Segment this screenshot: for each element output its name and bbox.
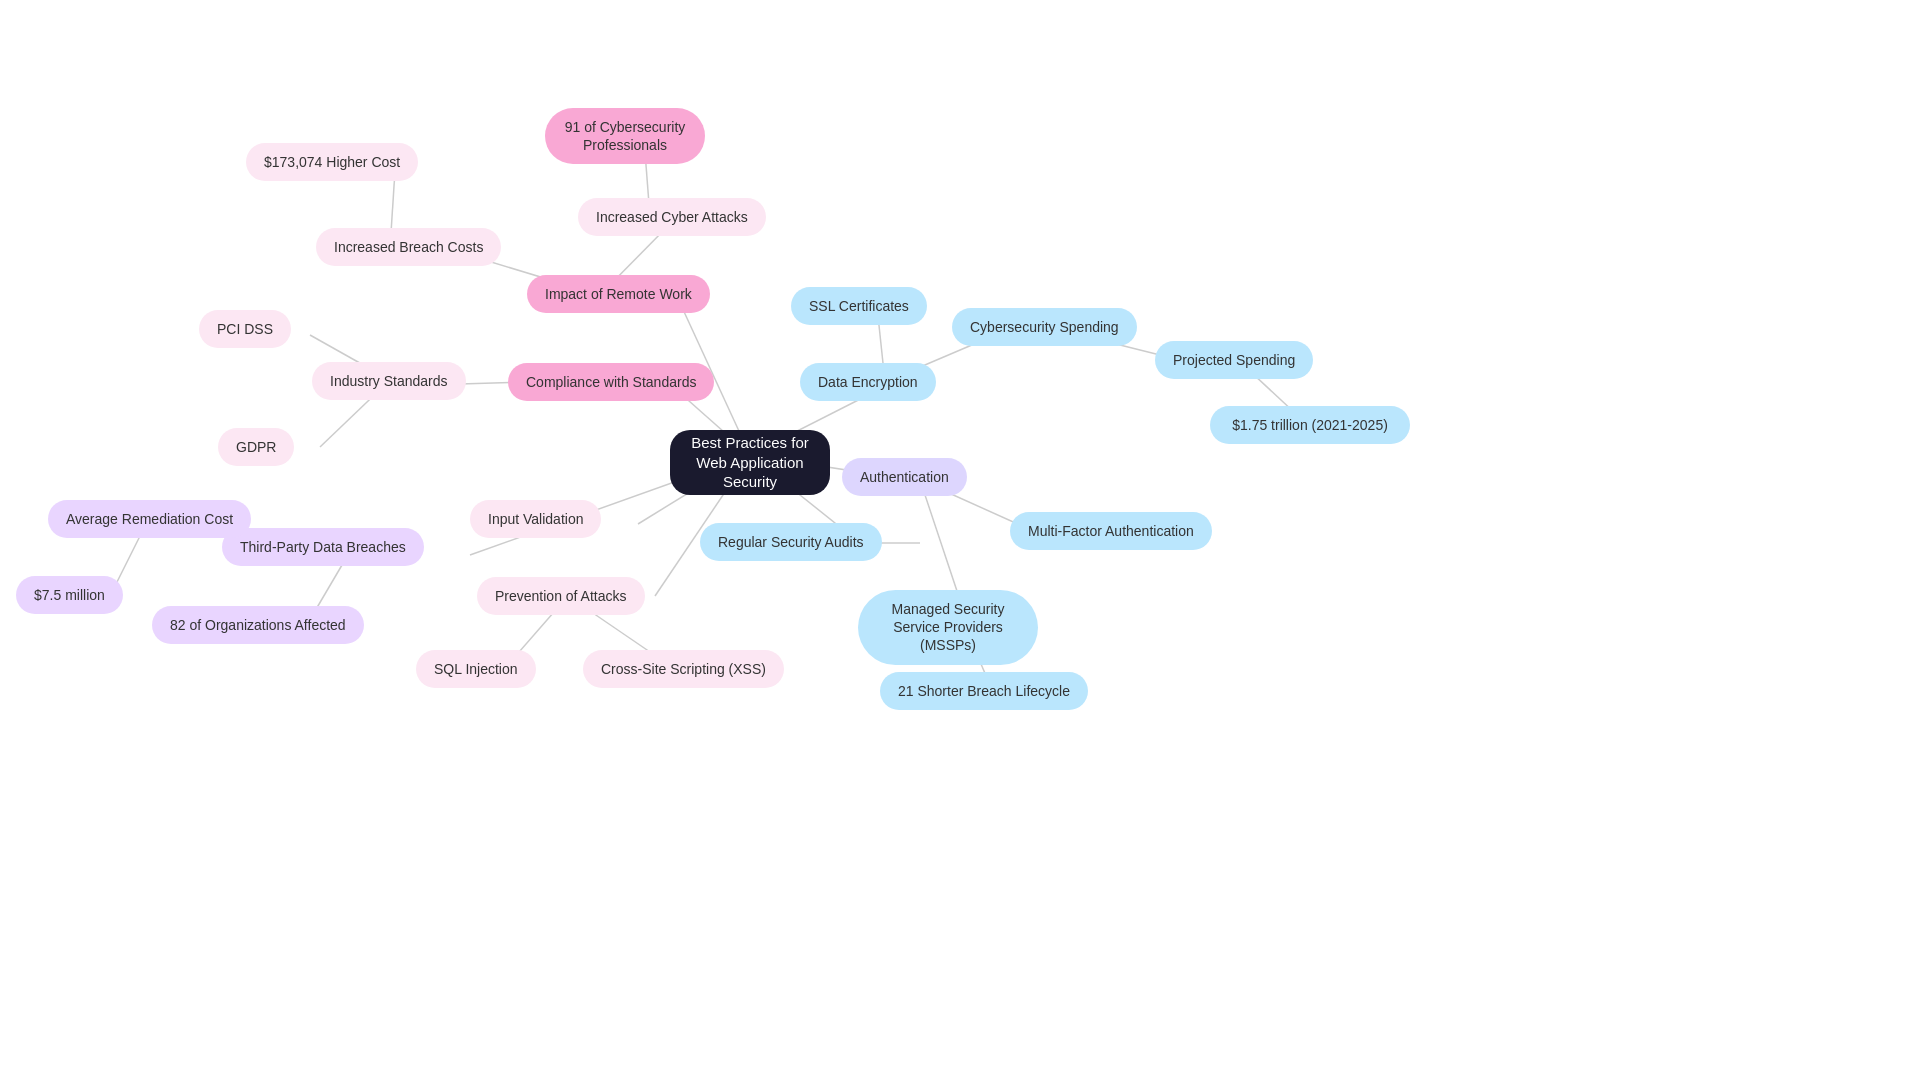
data-encryption-node: Data Encryption (800, 363, 936, 401)
svg-line-27 (920, 480, 960, 600)
input-validation-node: Input Validation (470, 500, 601, 538)
gdpr-node: GDPR (218, 428, 294, 466)
ssl-certs-node: SSL Certificates (791, 287, 927, 325)
mfa-node: Multi-Factor Authentication (1010, 512, 1212, 550)
compliance-standards-node: Compliance with Standards (508, 363, 714, 401)
increased-breach-node: Increased Breach Costs (316, 228, 501, 266)
pci-dss-node: PCI DSS (199, 310, 291, 348)
cybersec-spending-node: Cybersecurity Spending (952, 308, 1137, 346)
higher-cost-node: $173,074 Higher Cost (246, 143, 418, 181)
center-node: Best Practices for Web Application Secur… (670, 430, 830, 495)
shorter-breach-node: 21 Shorter Breach Lifecycle (880, 672, 1088, 710)
cybersec-prof-node: 91 of Cybersecurity Professionals (545, 108, 705, 164)
dollar-75m-node: $7.5 million (16, 576, 123, 614)
xss-node: Cross-Site Scripting (XSS) (583, 650, 784, 688)
mssp-node: Managed Security Service Providers (MSSP… (858, 590, 1038, 665)
cyber-attacks-node: Increased Cyber Attacks (578, 198, 766, 236)
avg-remediation-node: Average Remediation Cost (48, 500, 251, 538)
industry-standards-node: Industry Standards (312, 362, 466, 400)
authentication-node: Authentication (842, 458, 967, 496)
trillion-node: $1.75 trillion (2021-2025) (1210, 406, 1410, 444)
impact-remote-node: Impact of Remote Work (527, 275, 710, 313)
prevention-attacks-node: Prevention of Attacks (477, 577, 645, 615)
projected-spending-node: Projected Spending (1155, 341, 1313, 379)
regular-audits-node: Regular Security Audits (700, 523, 882, 561)
org-affected-node: 82 of Organizations Affected (152, 606, 364, 644)
sql-injection-node: SQL Injection (416, 650, 536, 688)
third-party-node: Third-Party Data Breaches (222, 528, 424, 566)
